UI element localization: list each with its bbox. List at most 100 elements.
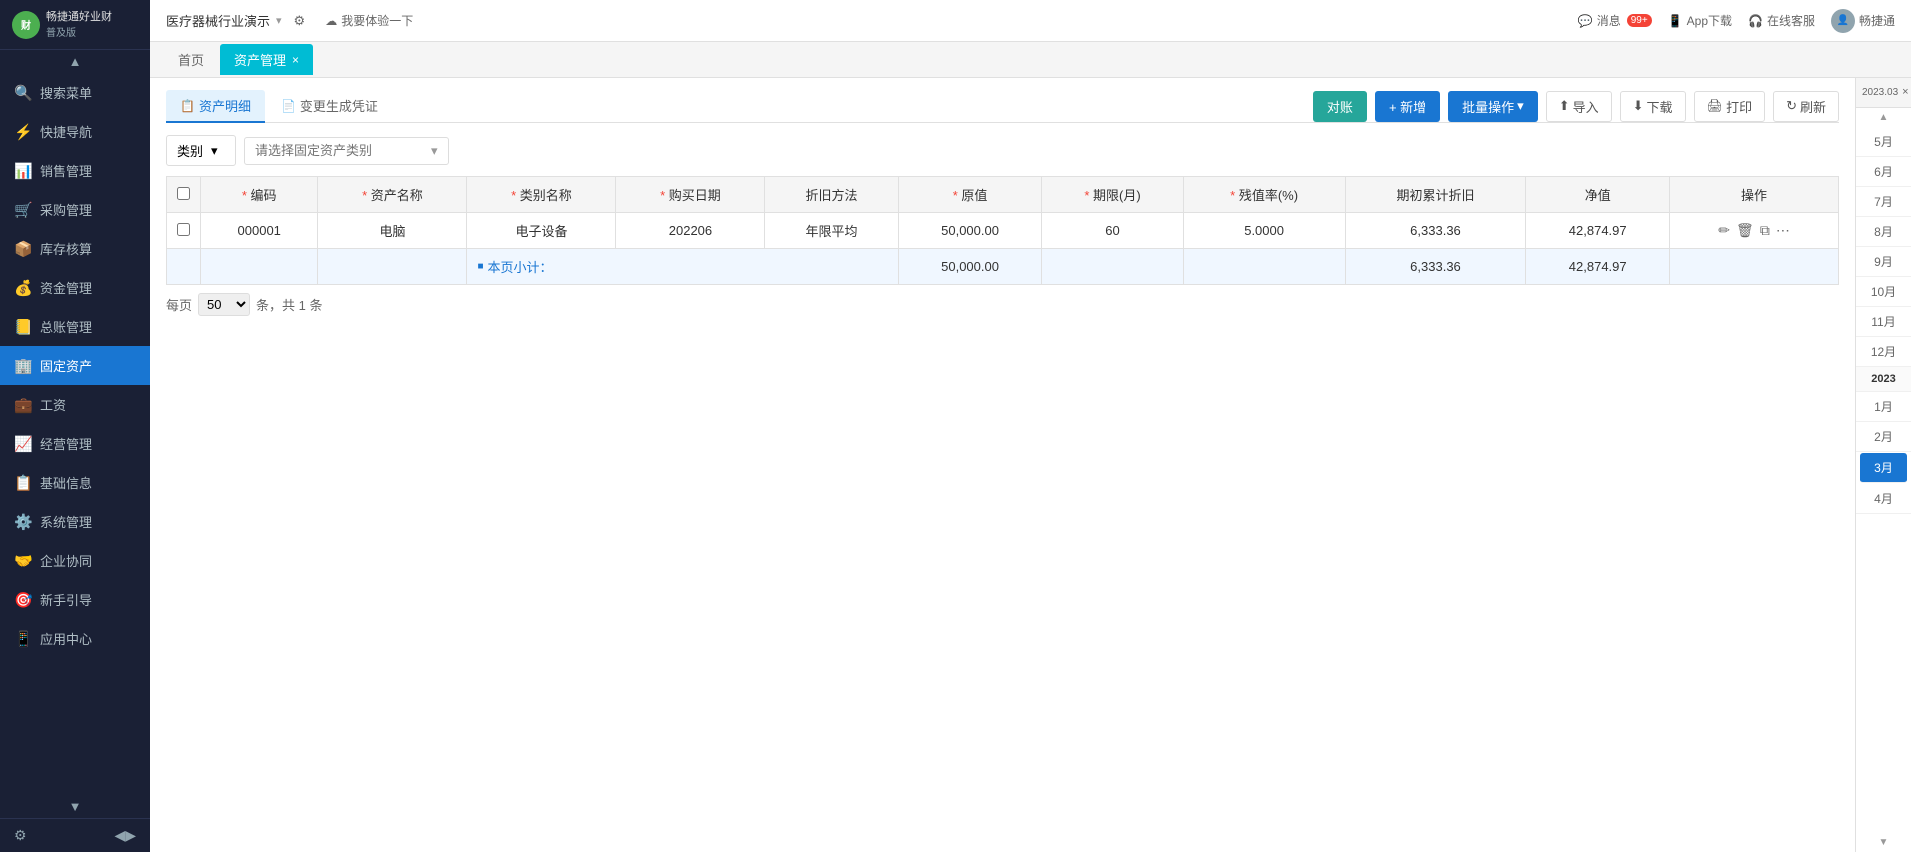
panel-down-arrow[interactable]: ▼ — [1875, 833, 1893, 852]
more-icon-0[interactable]: ⋯ — [1776, 222, 1790, 239]
enterprise-icon: 🤝 — [14, 552, 32, 570]
month-11月[interactable]: 11月 — [1856, 307, 1911, 337]
th-initial-accumulated: 期初累计折旧 — [1345, 177, 1526, 213]
th-name: 资产名称 — [318, 177, 467, 213]
app-name: 畅捷通好业财 — [46, 10, 112, 24]
content-area: 📋 资产明细 📄 变更生成凭证 对账 + 新增 批量操作 — [150, 78, 1911, 852]
sidebar-item-finance[interactable]: 💰资金管理 — [0, 268, 150, 307]
month-2月[interactable]: 2月 — [1856, 422, 1911, 452]
tab-asset-management[interactable]: 资产管理 × — [220, 44, 313, 75]
sidebar-scroll-up[interactable]: ▲ — [0, 50, 150, 73]
import-button[interactable]: ⬆ 导入 — [1546, 91, 1612, 122]
reconcile-button[interactable]: 对账 — [1313, 91, 1367, 122]
th-net-value: 净值 — [1526, 177, 1670, 213]
print-button[interactable]: 🖨 打印 — [1694, 91, 1766, 122]
download-button[interactable]: ⬇ 下载 — [1620, 91, 1686, 122]
cell-purchase-date-0: 202206 — [616, 213, 765, 249]
sidebar-label-finance: 资金管理 — [40, 278, 92, 297]
new-button[interactable]: + 新增 — [1375, 91, 1440, 122]
month-8月[interactable]: 8月 — [1856, 217, 1911, 247]
download-icon: ⬇ — [1633, 98, 1644, 114]
sidebar-item-search[interactable]: 🔍搜索菜单 — [0, 73, 150, 112]
right-panel-scroll: 5月6月7月8月9月10月11月12月20231月2月3月4月 — [1856, 127, 1911, 833]
sidebar-item-purchase[interactable]: 🛒采购管理 — [0, 190, 150, 229]
sidebar-item-system[interactable]: ⚙️系统管理 — [0, 502, 150, 541]
category-input[interactable] — [255, 143, 431, 158]
tab-close-icon[interactable]: × — [292, 53, 299, 67]
th-residual-rate: 残值率(%) — [1183, 177, 1345, 213]
refresh-button[interactable]: ↻ 刷新 — [1773, 91, 1839, 122]
asset-table: 编码 资产名称 类别名称 购买日期 折旧方法 原值 期限(月) 残值率(%) 期… — [166, 176, 1839, 285]
dropdown-arrow-icon[interactable]: ▾ — [431, 143, 438, 159]
sidebar-item-operations[interactable]: 📈经营管理 — [0, 424, 150, 463]
month-3月[interactable]: 3月 — [1860, 453, 1907, 483]
user-section[interactable]: 👤 畅捷通 — [1831, 9, 1895, 33]
copy-icon-0[interactable]: ⧉ — [1760, 222, 1770, 239]
row-check-0[interactable] — [177, 223, 190, 236]
search-icon: 🔍 — [14, 84, 32, 102]
pagination: 每页 50 100 条，共 1 条 — [166, 285, 1839, 324]
sidebar-item-sales[interactable]: 📊销售管理 — [0, 151, 150, 190]
new-label: + 新增 — [1389, 97, 1426, 116]
sidebar-item-quick-nav[interactable]: ⚡快捷导航 — [0, 112, 150, 151]
th-period: 期限(月) — [1042, 177, 1183, 213]
th-purchase-date: 购买日期 — [616, 177, 765, 213]
month-7月[interactable]: 7月 — [1856, 187, 1911, 217]
sidebar-item-ledger[interactable]: 📒总账管理 — [0, 307, 150, 346]
app-edition: 普及版 — [46, 24, 112, 39]
app-center-icon: 📱 — [14, 630, 32, 648]
sub-tab-change-voucher[interactable]: 📄 变更生成凭证 — [267, 90, 392, 123]
app-download-btn[interactable]: 📱 App下载 — [1668, 12, 1732, 29]
per-page-select[interactable]: 50 100 — [198, 293, 250, 316]
th-action: 操作 — [1670, 177, 1839, 213]
sidebar-label-guide: 新手引导 — [40, 590, 92, 609]
company-chevron-icon[interactable]: ▾ — [276, 14, 282, 27]
delete-icon-0[interactable]: 🗑 — [1736, 222, 1754, 239]
category-filter[interactable]: 类别 ▾ — [166, 135, 236, 166]
month-9月[interactable]: 9月 — [1856, 247, 1911, 277]
sidebar-item-payroll[interactable]: 💼工资 — [0, 385, 150, 424]
subtotal-empty2 — [318, 249, 467, 285]
per-page-label: 每页 — [166, 295, 192, 314]
topbar-gear-icon[interactable]: ⚙ — [294, 13, 306, 29]
cell-name-0: 电脑 — [318, 213, 467, 249]
sidebar-item-app-center[interactable]: 📱 应用中心 — [0, 619, 150, 658]
sidebar-item-inventory[interactable]: 📦库存核算 — [0, 229, 150, 268]
print-icon: 🖨 — [1707, 98, 1724, 114]
sidebar-item-guide[interactable]: 🎯新手引导 — [0, 580, 150, 619]
sub-tab-asset-detail[interactable]: 📋 资产明细 — [166, 90, 265, 123]
sidebar-item-enterprise[interactable]: 🤝企业协同 — [0, 541, 150, 580]
right-panel-header: 2023.03 × ⤢ — [1856, 78, 1911, 108]
user-avatar: 👤 — [1831, 9, 1855, 33]
service-icon: 🎧 — [1748, 14, 1763, 28]
messages-btn[interactable]: 💬 消息 99+ — [1578, 12, 1652, 29]
month-10月[interactable]: 10月 — [1856, 277, 1911, 307]
sub-tab-change-voucher-label: 变更生成凭证 — [300, 96, 378, 115]
select-all-checkbox[interactable] — [177, 187, 190, 200]
main-area: 医疗器械行业演示 ▾ ⚙ ☁ 我要体验一下 💬 消息 99+ 📱 App下载 🎧… — [150, 0, 1911, 852]
cell-code-0: 000001 — [201, 213, 318, 249]
month-1月[interactable]: 1月 — [1856, 392, 1911, 422]
panel-up-arrow[interactable]: ▲ — [1875, 108, 1893, 127]
month-12月[interactable]: 12月 — [1856, 337, 1911, 367]
month-5月[interactable]: 5月 — [1856, 127, 1911, 157]
import-label: 导入 — [1573, 97, 1599, 116]
settings-icon[interactable]: ⚙ — [14, 827, 27, 844]
sales-icon: 📊 — [14, 162, 32, 180]
batch-button[interactable]: 批量操作 ▾ — [1448, 91, 1538, 122]
tab-home[interactable]: 首页 — [166, 44, 216, 75]
collapse-icon[interactable]: ◀▶ — [114, 827, 136, 844]
panel-close-icon[interactable]: × — [1898, 82, 1911, 103]
sidebar-item-fixed-assets[interactable]: 🏢固定资产 — [0, 346, 150, 385]
month-4月[interactable]: 4月 — [1856, 484, 1911, 514]
edit-icon-0[interactable]: ✏ — [1718, 222, 1730, 239]
th-depreciation-method: 折旧方法 — [765, 177, 898, 213]
month-6月[interactable]: 6月 — [1856, 157, 1911, 187]
online-service-btn[interactable]: 🎧 在线客服 — [1748, 12, 1815, 29]
sidebar-item-basic-info[interactable]: 📋基础信息 — [0, 463, 150, 502]
sidebar-label-app-center: 应用中心 — [40, 629, 92, 648]
system-icon: ⚙️ — [14, 513, 32, 531]
sidebar-scroll-down[interactable]: ▼ — [0, 795, 150, 818]
experience-label[interactable]: 我要体验一下 — [341, 12, 413, 29]
quick-nav-icon: ⚡ — [14, 123, 32, 141]
